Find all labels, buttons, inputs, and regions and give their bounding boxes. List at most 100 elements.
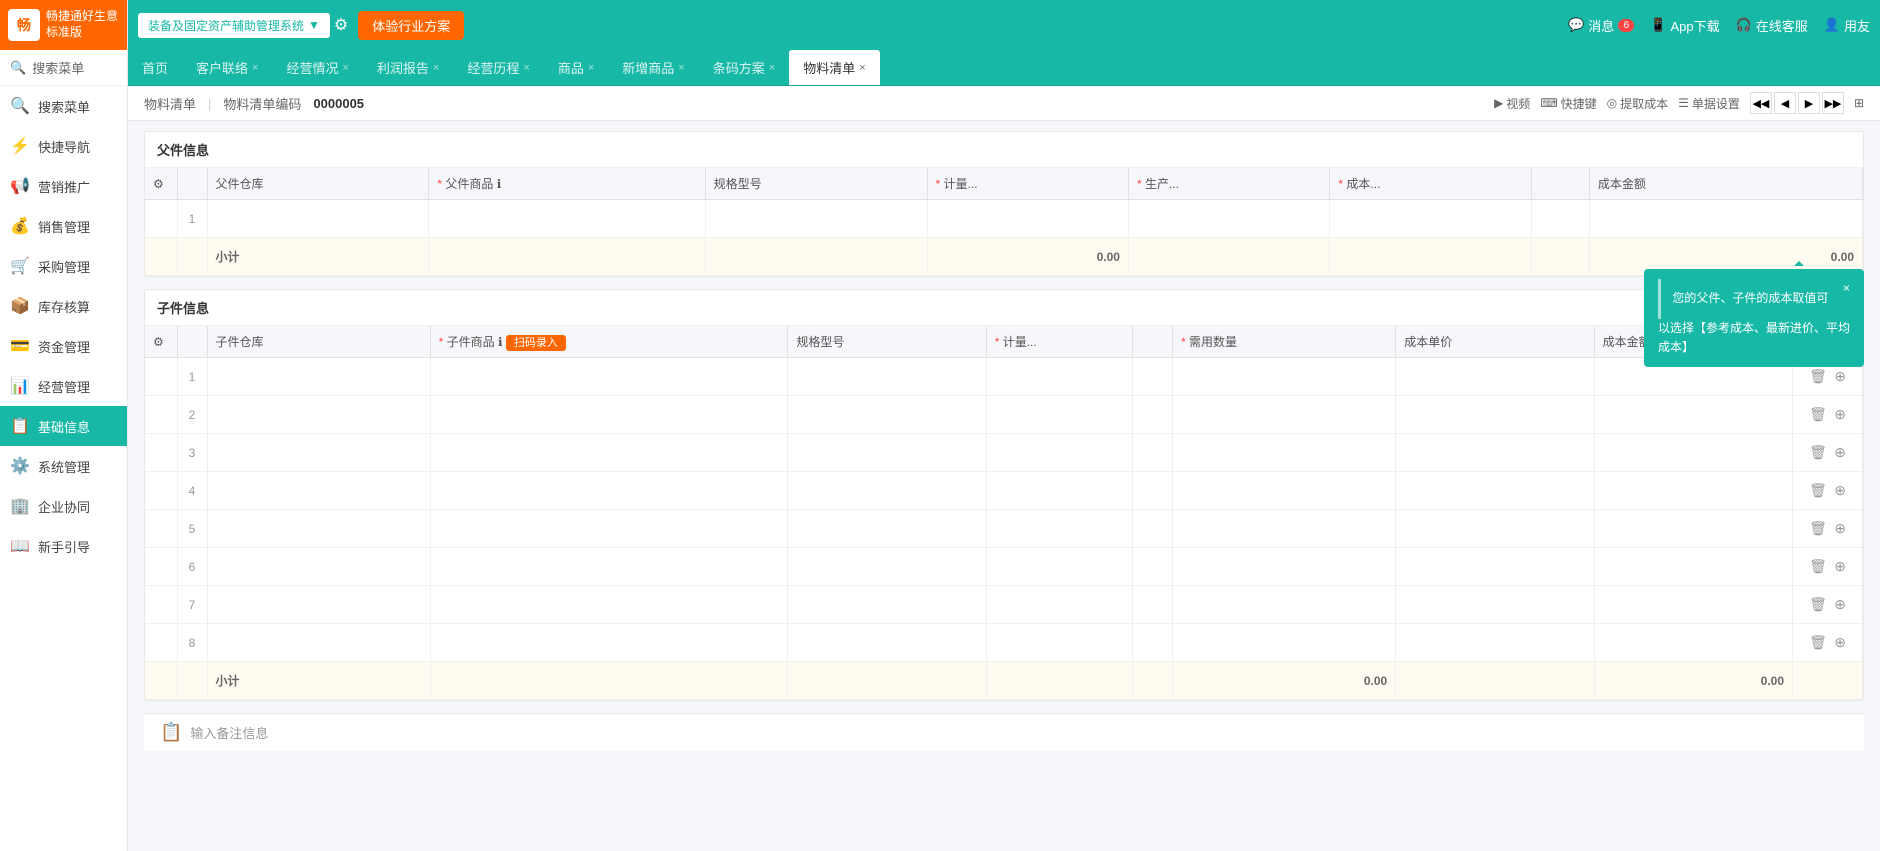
parent-row-1-cost[interactable] (1330, 200, 1531, 238)
child-row-7-unit[interactable] (986, 586, 1132, 624)
app-download-button[interactable]: 📱 App下载 (1650, 16, 1719, 35)
child-row-6-copy[interactable]: ⊕ (1834, 558, 1846, 574)
search-menu[interactable]: 🔍 搜索菜单 (0, 50, 127, 86)
child-row-2-unit-cost[interactable] (1396, 396, 1594, 434)
child-row-1-copy[interactable]: ⊕ (1834, 368, 1846, 384)
service-button[interactable]: 🎧 在线客服 (1736, 16, 1808, 35)
child-row-1-spec[interactable] (788, 358, 986, 396)
child-row-3-spec[interactable] (788, 434, 986, 472)
sidebar-item-system[interactable]: ⚙️系统管理 (0, 446, 127, 486)
trial-button[interactable]: 体验行业方案 (358, 11, 464, 40)
child-row-6-quantity[interactable] (1173, 548, 1396, 586)
sidebar-item-purchase[interactable]: 🛒采购管理 (0, 246, 127, 286)
tab-barcode[interactable]: 条码方案 × (699, 50, 789, 85)
child-row-5-warehouse[interactable] (207, 510, 430, 548)
message-button[interactable]: 💬 消息 6 (1568, 16, 1634, 35)
child-row-4-spec[interactable] (788, 472, 986, 510)
child-row-4-product[interactable] (430, 472, 788, 510)
child-row-2-quantity[interactable] (1173, 396, 1396, 434)
tab-close-customer[interactable]: × (252, 62, 258, 74)
child-row-5-copy[interactable]: ⊕ (1834, 520, 1846, 536)
user-menu[interactable]: 👤 用友 (1824, 16, 1870, 35)
tab-home[interactable]: 首页 (128, 50, 182, 85)
sidebar-item-enterprise[interactable]: 🏢企业协同 (0, 486, 127, 526)
child-row-8-unit-cost[interactable] (1396, 624, 1594, 662)
child-row-3-unit-cost[interactable] (1396, 434, 1594, 472)
tab-close-bom[interactable]: × (859, 62, 865, 74)
child-row-8-copy[interactable]: ⊕ (1834, 634, 1846, 650)
extract-cost-button[interactable]: ◎ 提取成本 (1607, 95, 1669, 112)
child-row-8-unit[interactable] (986, 624, 1132, 662)
child-row-2-spec[interactable] (788, 396, 986, 434)
child-row-7-warehouse[interactable] (207, 586, 430, 624)
layout-button[interactable]: ⊞ (1854, 96, 1864, 110)
tab-close-profit[interactable]: × (433, 62, 439, 74)
child-row-6-product[interactable] (430, 548, 788, 586)
child-row-2-warehouse[interactable] (207, 396, 430, 434)
child-row-4-unit-cost[interactable] (1396, 472, 1594, 510)
sidebar-item-inventory[interactable]: 📦库存核算 (0, 286, 127, 326)
child-row-5-delete[interactable]: 🗑 (1809, 520, 1827, 536)
child-row-2-product[interactable] (430, 396, 788, 434)
child-row-1-quantity[interactable] (1173, 358, 1396, 396)
parent-row-1-product[interactable] (429, 200, 705, 238)
child-row-7-spec[interactable] (788, 586, 986, 624)
tab-close-product[interactable]: × (588, 62, 594, 74)
child-row-5-product[interactable] (430, 510, 788, 548)
child-row-1-warehouse[interactable] (207, 358, 430, 396)
child-row-4-warehouse[interactable] (207, 472, 430, 510)
note-label[interactable]: 输入备注信息 (190, 723, 268, 742)
tab-customer[interactable]: 客户联络 × (182, 50, 272, 85)
sidebar-item-sales[interactable]: 💰销售管理 (0, 206, 127, 246)
tab-new-product[interactable]: 新增商品 × (608, 50, 698, 85)
child-row-6-unit-cost[interactable] (1396, 548, 1594, 586)
parent-row-1-production[interactable] (1128, 200, 1329, 238)
sidebar-item-guide[interactable]: 📖新手引导 (0, 526, 127, 566)
parent-col-gear[interactable]: ⚙ (145, 168, 177, 200)
tab-product[interactable]: 商品 × (544, 50, 608, 85)
parent-row-1-unit[interactable] (927, 200, 1128, 238)
child-row-1-product[interactable] (430, 358, 788, 396)
child-row-4-copy[interactable]: ⊕ (1834, 482, 1846, 498)
gear-icon[interactable]: ⚙ (334, 15, 348, 35)
child-row-4-delete[interactable]: 🗑 (1809, 482, 1827, 498)
child-row-6-delete[interactable]: 🗑 (1809, 558, 1827, 574)
tab-history[interactable]: 经营历程 × (453, 50, 543, 85)
sidebar-item-basic[interactable]: 📋基础信息 (0, 406, 127, 446)
child-col-gear[interactable]: ⚙ (145, 326, 177, 358)
shortcut-button[interactable]: ⌨ 快捷键 (1540, 95, 1596, 112)
child-row-4-unit[interactable] (986, 472, 1132, 510)
child-row-3-delete[interactable]: 🗑 (1809, 444, 1827, 460)
child-row-1-delete[interactable]: 🗑 (1809, 368, 1827, 384)
child-row-4-quantity[interactable] (1173, 472, 1396, 510)
child-row-5-quantity[interactable] (1173, 510, 1396, 548)
child-row-3-unit[interactable] (986, 434, 1132, 472)
tab-close-barcode[interactable]: × (769, 62, 775, 74)
breadcrumb-bom[interactable]: 物料清单 (144, 94, 196, 113)
child-row-5-unit[interactable] (986, 510, 1132, 548)
child-row-3-copy[interactable]: ⊕ (1834, 444, 1846, 460)
child-row-1-unit[interactable] (986, 358, 1132, 396)
sidebar-item-quick-nav[interactable]: ⚡快捷导航 (0, 126, 127, 166)
tab-close-new-product[interactable]: × (678, 62, 684, 74)
tab-operations[interactable]: 经营情况 × (272, 50, 362, 85)
child-row-8-quantity[interactable] (1173, 624, 1396, 662)
child-row-6-warehouse[interactable] (207, 548, 430, 586)
child-row-6-spec[interactable] (788, 548, 986, 586)
child-row-8-product[interactable] (430, 624, 788, 662)
tab-close-history[interactable]: × (523, 62, 529, 74)
nav-last[interactable]: ▶▶ (1822, 92, 1844, 114)
parent-row-1-spec[interactable] (705, 200, 927, 238)
child-row-2-unit[interactable] (986, 396, 1132, 434)
child-row-7-delete[interactable]: 🗑 (1809, 596, 1827, 612)
child-row-5-unit-cost[interactable] (1396, 510, 1594, 548)
child-row-7-copy[interactable]: ⊕ (1834, 596, 1846, 612)
nav-first[interactable]: ◀◀ (1750, 92, 1772, 114)
tab-profit[interactable]: 利润报告 × (363, 50, 453, 85)
child-row-7-quantity[interactable] (1173, 586, 1396, 624)
child-row-2-copy[interactable]: ⊕ (1834, 406, 1846, 422)
nav-next[interactable]: ▶ (1798, 92, 1820, 114)
tab-bom[interactable]: 物料清单 × (789, 50, 879, 85)
sidebar-item-finance[interactable]: 💳资金管理 (0, 326, 127, 366)
single-settings-button[interactable]: ☰ 单据设置 (1678, 95, 1740, 112)
